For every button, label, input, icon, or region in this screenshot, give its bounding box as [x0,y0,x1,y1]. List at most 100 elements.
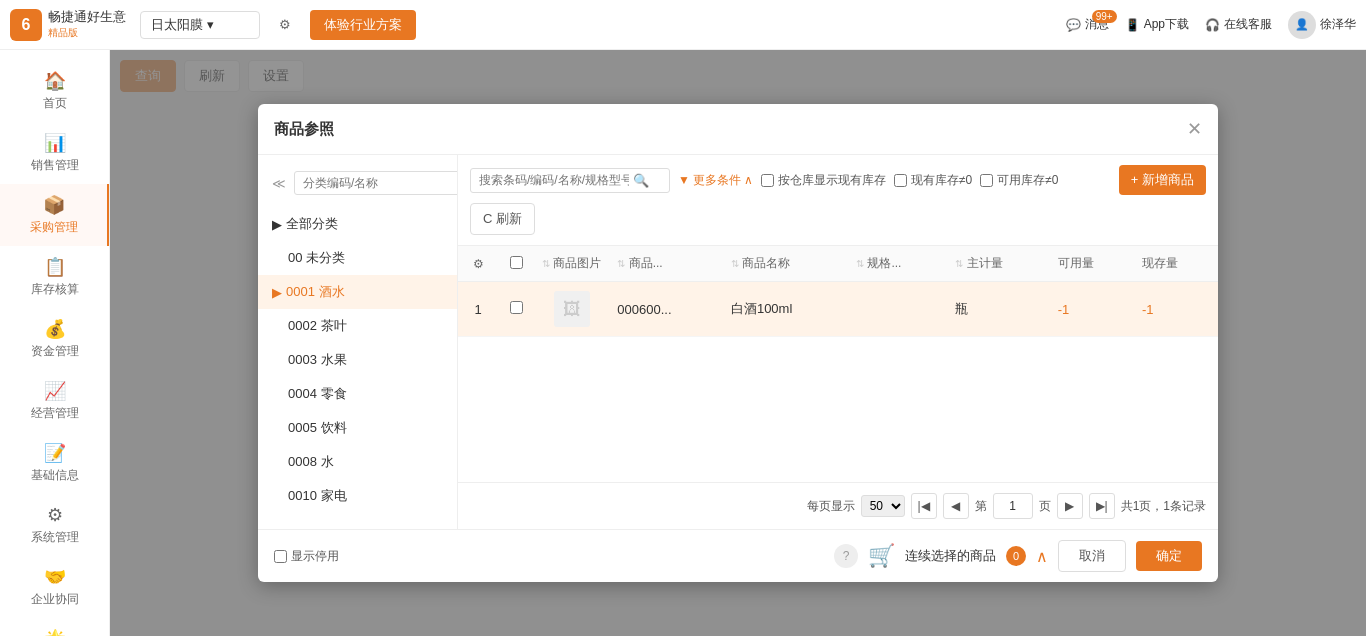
sidebar-item-purchase[interactable]: 📦 采购管理 [0,184,109,246]
search-box: 🔍 [470,168,670,193]
show-disabled-checkbox[interactable] [274,550,287,563]
th-stock[interactable]: 现存量 [1134,246,1218,282]
sidebar-label-system: 系统管理 [31,529,79,546]
footer-collapse-button[interactable]: ∧ [1036,547,1048,566]
cat-item-fruit[interactable]: 0003 水果 [258,343,457,377]
add-product-button[interactable]: + 新增商品 [1119,165,1206,195]
sidebar-label-basic-info: 基础信息 [31,467,79,484]
warehouse-checkbox[interactable] [761,174,774,187]
search-icon[interactable]: 🔍 [633,173,649,188]
cat-item-uncategorized[interactable]: 00 未分类 [258,241,457,275]
continuous-label: 连续选择的商品 [905,547,996,565]
footer-right: ? 🛒 连续选择的商品 0 ∧ 取消 确定 [834,540,1202,572]
modal-toolbar: 🔍 ▼ 更多条件 ∧ 按仓库显示现有库存 [458,155,1218,246]
show-disabled-label[interactable]: 显示停用 [274,548,339,565]
cat-item-snack[interactable]: 0004 零食 [258,377,457,411]
filter-button[interactable]: ▼ 更多条件 ∧ [678,172,753,189]
page-suffix: 页 [1039,498,1051,515]
cat-item-water[interactable]: 0008 水 [258,445,457,479]
refresh-button[interactable]: C 刷新 [470,203,535,235]
checkbox-warehouse[interactable]: 按仓库显示现有库存 [761,172,886,189]
sidebar-item-sales[interactable]: 📊 销售管理 [0,122,109,184]
sidebar-item-operations[interactable]: 📈 经营管理 [0,370,109,432]
app-download-button[interactable]: 📱 App下载 [1125,16,1189,33]
next-page-button[interactable]: ▶ [1057,493,1083,519]
th-name[interactable]: ⇅ 商品名称 [723,246,848,282]
th-settings[interactable]: ⚙ [458,246,498,282]
chevron-down-icon: ▾ [207,17,214,32]
content-area: 查询 刷新 设置 商品参照 ✕ ≪ [110,50,1366,636]
cat-item-appliance[interactable]: 0010 家电 [258,479,457,513]
th-available[interactable]: 可用量 [1050,246,1134,282]
sidebar-item-finance[interactable]: 💰 资金管理 [0,308,109,370]
purchase-icon: 📦 [43,194,65,216]
available-stock-checkbox[interactable] [894,174,907,187]
gear-button[interactable]: ⚙ [270,10,300,40]
checkbox-usable-stock[interactable]: 可用库存≠0 [980,172,1058,189]
cat-item-tea[interactable]: 0002 茶叶 [258,309,457,343]
operations-icon: 📈 [44,380,66,402]
user-profile[interactable]: 👤 徐泽华 [1288,11,1356,39]
per-page-select[interactable]: 50 [861,495,905,517]
select-all-checkbox[interactable] [510,256,523,269]
help-button[interactable]: ? [834,544,858,568]
th-spec[interactable]: ⇅ 规格... [848,246,947,282]
checkbox-available-stock[interactable]: 现有库存≠0 [894,172,972,189]
headset-icon: 🎧 [1205,18,1220,32]
sidebar-item-guide[interactable]: 🌟 新手引导 [0,618,109,636]
checkbox-available-stock-label: 现有库存≠0 [911,172,972,189]
search-input[interactable] [479,173,629,187]
sidebar-label-sales: 销售管理 [31,157,79,174]
th-unit[interactable]: ⇅ 主计量 [947,246,1049,282]
confirm-button[interactable]: 确定 [1136,541,1202,571]
cancel-button[interactable]: 取消 [1058,540,1126,572]
modal-close-button[interactable]: ✕ [1187,118,1202,140]
row-checkbox[interactable] [510,301,523,314]
usable-stock-checkbox[interactable] [980,174,993,187]
online-service-button[interactable]: 🎧 在线客服 [1205,16,1272,33]
row-checkbox-cell[interactable] [498,282,534,337]
sidebar-item-enterprise[interactable]: 🤝 企业协同 [0,556,109,618]
sidebar-label-home: 首页 [43,95,67,112]
messages-button[interactable]: 💬 消息 99+ [1066,16,1109,33]
modal-header: 商品参照 ✕ [258,104,1218,155]
home-icon: 🏠 [44,70,66,92]
last-page-button[interactable]: ▶| [1089,493,1115,519]
sidebar-item-basic-info[interactable]: 📝 基础信息 [0,432,109,494]
cat-label-all: 全部分类 [286,215,338,233]
store-selector[interactable]: 日太阳膜 ▾ [140,11,260,39]
first-page-button[interactable]: |◀ [911,493,937,519]
store-name: 日太阳膜 [151,16,203,34]
cat-collapse-button[interactable]: ≪ [268,176,290,191]
row-stock-value: -1 [1142,302,1154,317]
sidebar-item-system[interactable]: ⚙ 系统管理 [0,494,109,556]
filter-collapse-arrow: ∧ [744,173,753,187]
product-thumbnail: 🖼 [554,291,590,327]
table-row[interactable]: 1 🖼 000600... [458,282,1218,337]
page-number-input[interactable] [993,493,1033,519]
sidebar-label-purchase: 采购管理 [30,219,78,236]
prev-page-button[interactable]: ◀ [943,493,969,519]
cat-item-beverage[interactable]: 0005 饮料 [258,411,457,445]
cart-icon[interactable]: 🛒 [868,543,895,569]
logo-icon: 6 [10,9,42,41]
app-download-label: App下载 [1144,16,1189,33]
th-code[interactable]: ⇅ 商品... [609,246,723,282]
category-sidebar: ≪ 🔍 ▶ 全部分类 00 未分类 [258,155,458,529]
sidebar-label-operations: 经营管理 [31,405,79,422]
cat-label-water: 0008 水 [272,453,334,471]
logo-text: 畅捷通好生意 [48,9,126,26]
sidebar-label-finance: 资金管理 [31,343,79,360]
sort-icon-image: ⇅ [542,258,550,269]
trial-button[interactable]: 体验行业方案 [310,10,416,40]
sidebar-item-home[interactable]: 🏠 首页 [0,60,109,122]
avatar: 👤 [1288,11,1316,39]
cat-item-liquor[interactable]: ▶ 0001 酒水 [258,275,457,309]
th-checkbox[interactable] [498,246,534,282]
expand-all-arrow: ▶ [272,217,282,232]
cat-item-all[interactable]: ▶ 全部分类 [258,207,457,241]
message-icon: 💬 [1066,18,1081,32]
expand-liquor-arrow: ▶ [272,285,282,300]
category-search-input[interactable] [294,171,458,195]
sidebar-item-inventory[interactable]: 📋 库存核算 [0,246,109,308]
